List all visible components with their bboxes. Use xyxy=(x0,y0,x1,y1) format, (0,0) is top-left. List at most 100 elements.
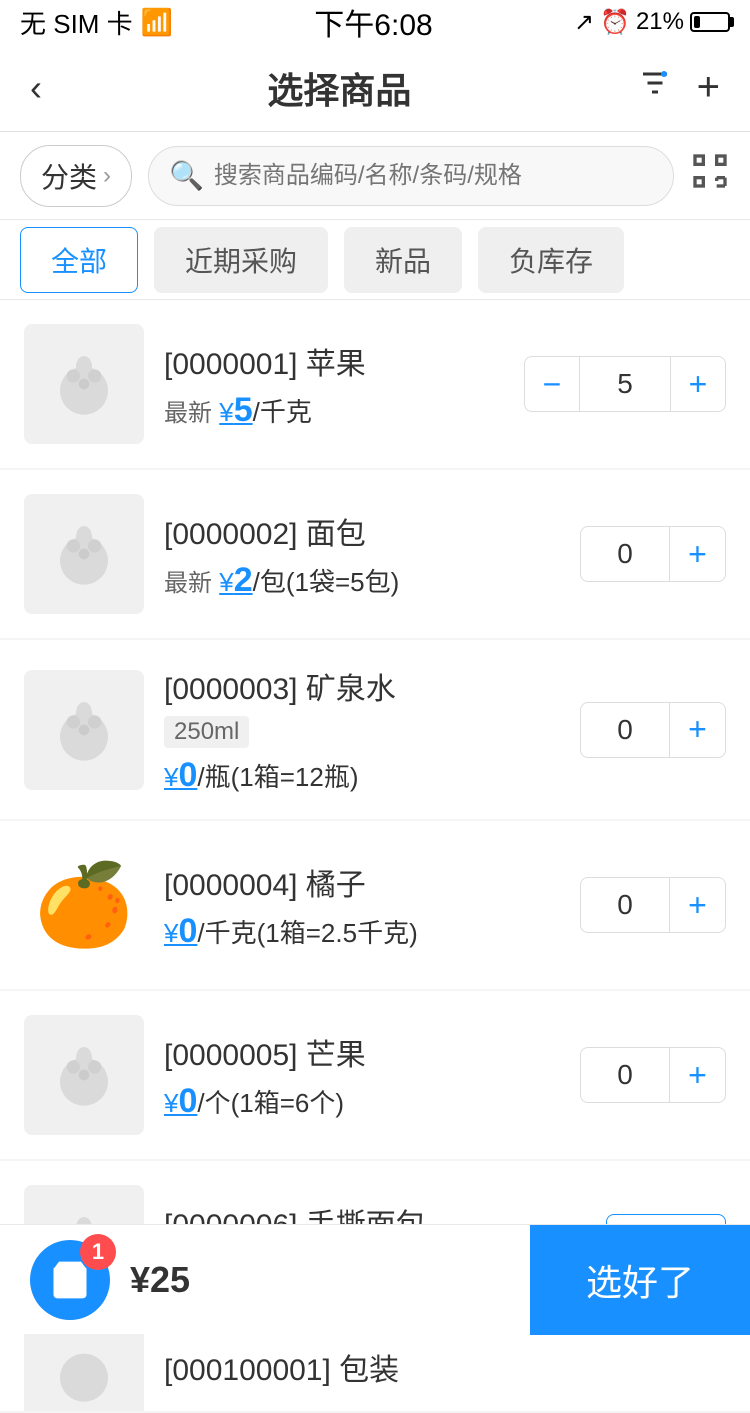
product-price: 最新 ¥2/包(1袋=5包) xyxy=(164,561,560,600)
placeholder-icon xyxy=(44,514,124,594)
alarm-icon: ⏰ xyxy=(600,8,630,37)
product-info: [000100001] 包装 xyxy=(164,1345,726,1397)
tab-recent[interactable]: 近期采购 xyxy=(154,227,328,293)
filter-bar: 分类 › 🔍 xyxy=(0,132,750,220)
orange-image: 🍊 xyxy=(34,865,134,945)
quantity-input[interactable] xyxy=(580,702,670,758)
package-info: (1箱=6个) xyxy=(231,1088,344,1118)
latest-label: 最新 xyxy=(164,400,212,427)
category-chevron-icon: › xyxy=(103,162,111,190)
price-value: ¥2 xyxy=(219,567,252,597)
cart-total: ¥25 xyxy=(130,1259,190,1301)
product-price: ¥0/个(1箱=6个) xyxy=(164,1082,560,1121)
product-info: [0000004] 橘子 ¥0/千克(1箱=2.5千克) xyxy=(164,860,560,951)
list-item: [0000002] 面包 最新 ¥2/包(1袋=5包) + xyxy=(0,470,750,638)
product-info: [0000002] 面包 最新 ¥2/包(1袋=5包) xyxy=(164,509,560,600)
quantity-control: + xyxy=(580,702,726,758)
search-input[interactable] xyxy=(214,162,653,190)
price-unit: /千克 xyxy=(197,918,256,948)
product-info: [0000003] 矿泉水 250ml ¥0/瓶(1箱=12瓶) xyxy=(164,664,560,795)
product-name: [0000003] 矿泉水 xyxy=(164,664,560,708)
product-info: [0000001] 苹果 最新 ¥5/千克 xyxy=(164,339,504,430)
tab-negative[interactable]: 负库存 xyxy=(478,227,624,293)
decrease-button[interactable]: − xyxy=(524,356,580,412)
add-button[interactable]: + xyxy=(697,65,720,110)
quantity-input[interactable] xyxy=(580,877,670,933)
product-name: [0000005] 芒果 xyxy=(164,1030,560,1074)
package-info: (1箱=12瓶) xyxy=(231,762,359,792)
tab-new[interactable]: 新品 xyxy=(344,227,462,293)
nav-bar: ‹ 选择商品 + xyxy=(0,44,750,132)
list-item: [0000003] 矿泉水 250ml ¥0/瓶(1箱=12瓶) + xyxy=(0,640,750,819)
category-button[interactable]: 分类 › xyxy=(20,145,132,207)
price-value: ¥0 xyxy=(164,762,197,792)
price-value: ¥0 xyxy=(164,1088,197,1118)
increase-button[interactable]: + xyxy=(670,877,726,933)
search-icon: 🔍 xyxy=(169,159,204,192)
category-label: 分类 xyxy=(41,156,97,196)
increase-button[interactable]: + xyxy=(670,356,726,412)
status-left: 无 SIM 卡 📶 xyxy=(20,4,173,41)
cart-section: 1 ¥25 xyxy=(0,1240,530,1320)
list-item: 🍊 [0000004] 橘子 ¥0/千克(1箱=2.5千克) + xyxy=(0,821,750,989)
price-unit: /包 xyxy=(253,567,286,597)
page-title: 选择商品 xyxy=(267,62,411,114)
product-spec: 250ml xyxy=(164,716,249,748)
product-info: [0000005] 芒果 ¥0/个(1箱=6个) xyxy=(164,1030,560,1121)
increase-button[interactable]: + xyxy=(670,526,726,582)
placeholder-icon xyxy=(44,1035,124,1115)
product-name: [0000002] 面包 xyxy=(164,509,560,553)
battery-percent: 21% xyxy=(636,8,684,36)
package-info: (1袋=5包) xyxy=(286,567,399,597)
product-thumb: 🍊 xyxy=(24,845,144,965)
price-value: ¥0 xyxy=(164,918,197,948)
bottom-bar: 1 ¥25 选好了 xyxy=(0,1224,750,1334)
product-thumb xyxy=(24,494,144,614)
product-thumb xyxy=(24,670,144,790)
placeholder-icon xyxy=(44,1331,124,1411)
nav-right: + xyxy=(637,65,720,110)
product-price: ¥0/千克(1箱=2.5千克) xyxy=(164,912,560,951)
status-right: ↗ ⏰ 21% xyxy=(574,8,730,37)
nav-left: ‹ xyxy=(30,67,42,109)
battery-icon xyxy=(690,12,730,32)
status-bar: 无 SIM 卡 📶 下午6:08 ↗ ⏰ 21% xyxy=(0,0,750,44)
tab-bar: 全部 近期采购 新品 负库存 xyxy=(0,220,750,300)
product-name: [000100001] 包装 xyxy=(164,1345,726,1389)
carrier-text: 无 SIM 卡 xyxy=(20,4,133,41)
placeholder-icon xyxy=(44,344,124,424)
price-unit: /个 xyxy=(197,1088,230,1118)
filter-button[interactable] xyxy=(637,65,673,110)
cart-badge: 1 xyxy=(80,1234,116,1270)
product-name: [0000004] 橘子 xyxy=(164,860,560,904)
quantity-control: + xyxy=(580,526,726,582)
quantity-control: + xyxy=(580,1047,726,1103)
search-box: 🔍 xyxy=(148,146,674,206)
product-thumb xyxy=(24,324,144,444)
quantity-control: − + xyxy=(524,356,726,412)
quantity-input[interactable] xyxy=(580,526,670,582)
wifi-icon: 📶 xyxy=(141,7,173,38)
increase-button[interactable]: + xyxy=(670,1047,726,1103)
product-price: 最新 ¥5/千克 xyxy=(164,391,504,430)
product-name: [0000001] 苹果 xyxy=(164,339,504,383)
product-thumb xyxy=(24,1331,144,1411)
placeholder-icon xyxy=(44,690,124,770)
tab-all[interactable]: 全部 xyxy=(20,227,138,293)
confirm-button[interactable]: 选好了 xyxy=(530,1225,750,1335)
product-price: ¥0/瓶(1箱=12瓶) xyxy=(164,756,560,795)
cart-icon-wrap[interactable]: 1 xyxy=(30,1240,110,1320)
list-item: [0000005] 芒果 ¥0/个(1箱=6个) + xyxy=(0,991,750,1159)
quantity-input[interactable] xyxy=(580,1047,670,1103)
location-icon: ↗ xyxy=(574,8,594,37)
list-item: [000100001] 包装 xyxy=(0,1331,750,1411)
list-item: [0000001] 苹果 最新 ¥5/千克 − + xyxy=(0,300,750,468)
price-value: ¥5 xyxy=(219,397,252,427)
increase-button[interactable]: + xyxy=(670,702,726,758)
scan-icon[interactable] xyxy=(690,151,730,200)
latest-label: 最新 xyxy=(164,570,212,597)
quantity-control: + xyxy=(580,877,726,933)
status-time: 下午6:08 xyxy=(314,0,432,44)
back-button[interactable]: ‹ xyxy=(30,67,42,109)
quantity-input[interactable] xyxy=(580,356,670,412)
